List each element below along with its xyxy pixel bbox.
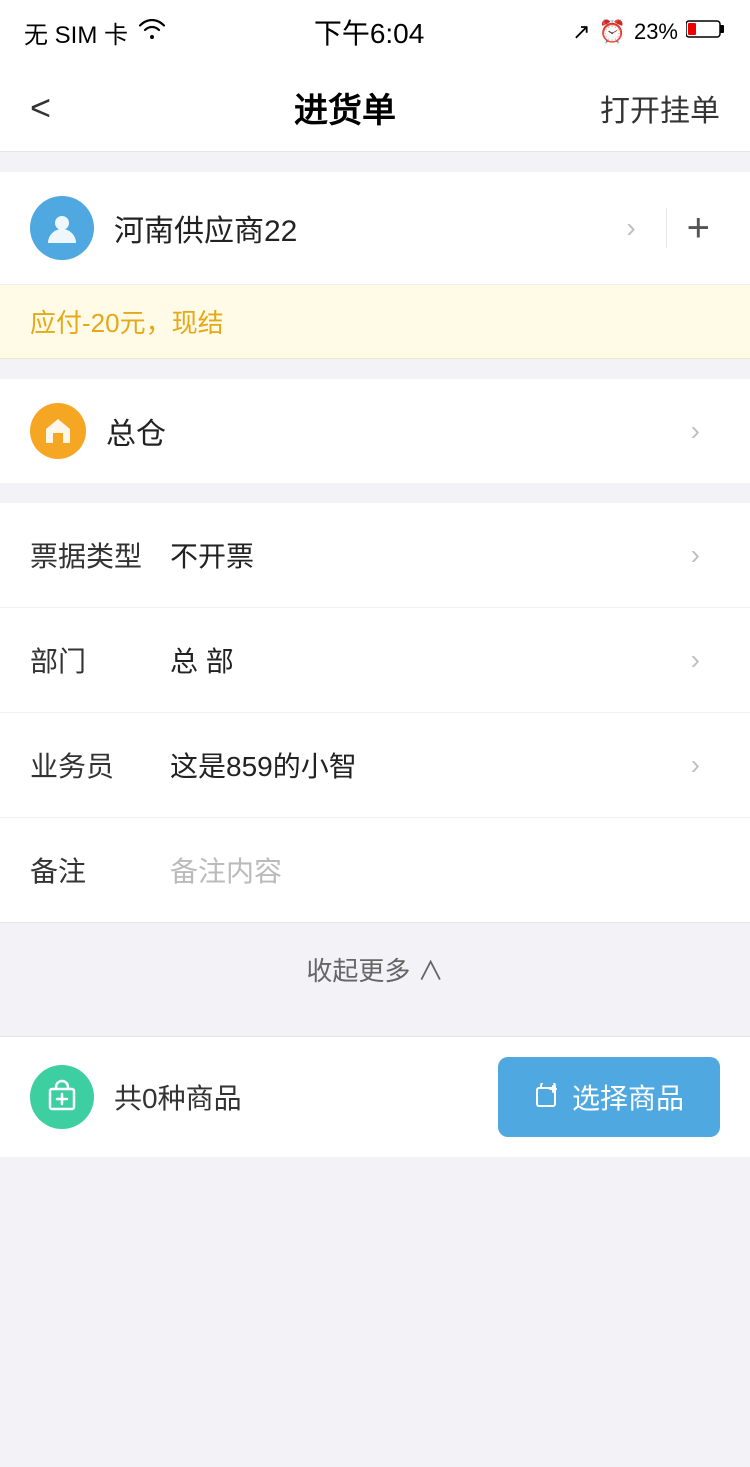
salesman-label: 业务员	[30, 745, 150, 785]
supplier-row: 河南供应商22 › +	[0, 172, 750, 285]
add-supplier-button[interactable]: +	[677, 206, 720, 251]
divider	[666, 208, 667, 248]
supplier-avatar	[30, 196, 94, 260]
invoice-type-value: 不开票	[150, 535, 691, 575]
signal-text: 无 SIM 卡	[24, 15, 128, 50]
remark-input[interactable]: 备注内容	[150, 850, 720, 890]
status-time: 下午6:04	[314, 12, 425, 52]
battery-icon	[686, 19, 726, 45]
remark-label: 备注	[30, 850, 150, 890]
gap-2	[0, 359, 750, 379]
battery-text: 23%	[634, 19, 678, 45]
department-chevron-icon: ›	[691, 644, 700, 676]
supplier-chevron-icon: ›	[626, 212, 635, 244]
department-value: 总 部	[150, 640, 691, 680]
product-bar: 共0种商品 选择商品	[0, 1036, 750, 1157]
product-icon-wrap	[30, 1065, 94, 1129]
open-pending-button[interactable]: 打开挂单	[600, 86, 720, 130]
warehouse-icon	[30, 403, 86, 459]
salesman-row[interactable]: 业务员 这是859的小智 ›	[0, 713, 750, 818]
status-bar: 无 SIM 卡 下午6:04 ↗ ⏰ 23%	[0, 0, 750, 64]
invoice-type-label: 票据类型	[30, 535, 150, 575]
form-card: 票据类型 不开票 › 部门 总 部 › 业务员 这是859的小智 › 备注 备注…	[0, 503, 750, 922]
warehouse-row[interactable]: 总仓 ›	[0, 379, 750, 483]
remark-row: 备注 备注内容	[0, 818, 750, 922]
warehouse-name: 总仓	[106, 409, 691, 453]
product-count: 共0种商品	[114, 1077, 498, 1117]
gap-3	[0, 483, 750, 503]
invoice-chevron-icon: ›	[691, 539, 700, 571]
background-filler	[0, 1157, 750, 1467]
select-product-label: 选择商品	[572, 1077, 684, 1117]
status-left: 无 SIM 卡	[24, 15, 166, 50]
warehouse-card: 总仓 ›	[0, 379, 750, 483]
location-icon: ↗	[572, 19, 590, 45]
salesman-value: 这是859的小智	[150, 745, 691, 785]
warehouse-chevron-icon: ›	[691, 415, 700, 447]
salesman-chevron-icon: ›	[691, 749, 700, 781]
wifi-icon	[138, 18, 166, 46]
page-title: 进货单	[294, 83, 396, 132]
alarm-icon: ⏰	[599, 19, 626, 45]
invoice-type-row[interactable]: 票据类型 不开票 ›	[0, 503, 750, 608]
back-button[interactable]: <	[30, 87, 90, 129]
department-label: 部门	[30, 640, 150, 680]
notice-bar: 应付-20元，现结	[0, 285, 750, 359]
department-row[interactable]: 部门 总 部 ›	[0, 608, 750, 713]
gap-4	[0, 1016, 750, 1036]
status-right: ↗ ⏰ 23%	[572, 19, 726, 45]
supplier-card: 河南供应商22 › + 应付-20元，现结	[0, 172, 750, 359]
gap-1	[0, 152, 750, 172]
select-product-button[interactable]: 选择商品	[498, 1057, 720, 1137]
supplier-name[interactable]: 河南供应商22	[114, 206, 626, 250]
collapse-button[interactable]: 收起更多 ∧	[0, 922, 750, 1016]
nav-bar: < 进货单 打开挂单	[0, 64, 750, 152]
